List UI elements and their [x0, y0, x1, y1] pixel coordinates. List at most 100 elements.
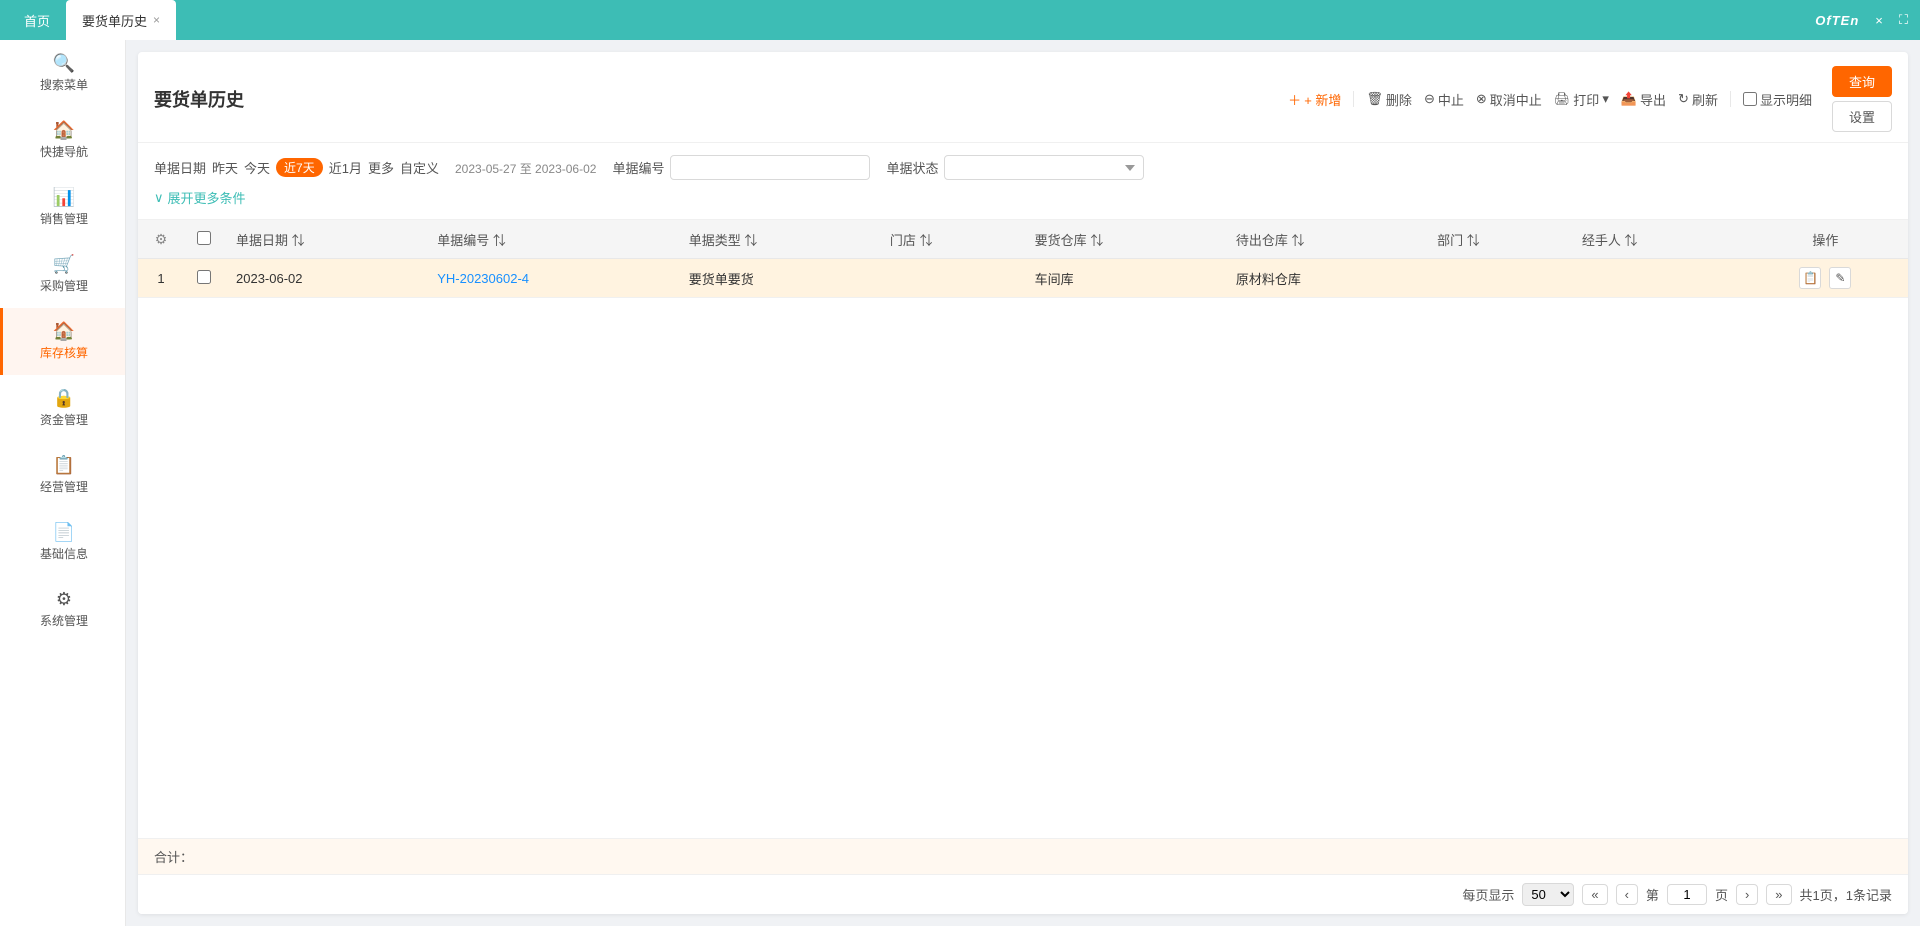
col-action: 操作: [1743, 220, 1908, 259]
date-yesterday[interactable]: 昨天: [212, 158, 238, 177]
date-range-display: 2023-05-27 至 2023-06-02: [455, 158, 596, 177]
per-page-select[interactable]: 50 20 100: [1522, 883, 1574, 906]
window-close-icon[interactable]: ×: [1875, 13, 1883, 28]
doc-number-filter: 单据编号: [612, 155, 870, 180]
action-icons: 📋 ✎: [1755, 267, 1896, 289]
sidebar-item-operations[interactable]: 📋 经营管理: [0, 442, 125, 509]
sidebar-item-inventory[interactable]: 🏠 库存核算: [0, 308, 125, 375]
sidebar-item-search-menu[interactable]: 🔍 搜索菜单: [0, 40, 125, 107]
date-1month[interactable]: 近1月: [329, 158, 362, 177]
delete-button[interactable]: 🗑 删除: [1366, 90, 1412, 109]
col-pending-warehouse[interactable]: 待出仓库 ⇅: [1224, 220, 1425, 259]
page-number-input[interactable]: [1667, 884, 1707, 905]
col-req-warehouse[interactable]: 要货仓库 ⇅: [1023, 220, 1224, 259]
sidebar-item-purchase[interactable]: 🛒 采购管理: [0, 241, 125, 308]
suspend-icon: ⊖: [1424, 91, 1435, 107]
sidebar-item-label: 库存核算: [40, 344, 88, 361]
cell-doc-type: 要货单要货: [677, 259, 878, 298]
refresh-button[interactable]: ↻ 刷新: [1678, 90, 1718, 109]
row-checkbox[interactable]: [197, 270, 211, 284]
display-detail-button[interactable]: 显示明细: [1743, 90, 1812, 109]
summary-label: 合计：: [154, 850, 193, 865]
sidebar-item-label: 搜索菜单: [40, 76, 88, 93]
divider-1: [1353, 91, 1354, 107]
date-more[interactable]: 更多: [368, 158, 394, 177]
col-department[interactable]: 部门 ⇅: [1425, 220, 1570, 259]
search-menu-icon: 🔍: [53, 54, 75, 72]
tab-requisition-history[interactable]: 要货单历史 ×: [66, 0, 176, 40]
suspend-label: 中止: [1438, 90, 1464, 109]
sort-icon: ⇅: [1625, 233, 1638, 248]
inventory-icon: 🏠: [53, 322, 75, 340]
table-gear-icon[interactable]: ⚙: [150, 228, 172, 250]
first-page-button[interactable]: «: [1582, 884, 1607, 905]
cancel-suspend-button[interactable]: ⊗ 取消中止: [1476, 90, 1542, 109]
divider-2: [1730, 91, 1731, 107]
expand-more-button[interactable]: ∨ 展开更多条件: [154, 188, 1892, 207]
status-filter: 单据状态: [886, 155, 1144, 180]
col-pending-warehouse-label: 待出仓库: [1236, 233, 1288, 248]
query-button[interactable]: 查询: [1832, 66, 1892, 97]
doc-number-input[interactable]: [670, 155, 870, 180]
col-store[interactable]: 门店 ⇅: [878, 220, 1023, 259]
row-edit-icon[interactable]: ✎: [1829, 267, 1851, 289]
date-shortcuts: 昨天 今天 近7天 近1月 更多 自定义: [212, 158, 439, 177]
status-label: 单据状态: [886, 158, 938, 177]
data-table: ⚙ 单据日期 ⇅ 单据编号 ⇅: [138, 220, 1908, 298]
export-icon: 📤: [1621, 91, 1637, 107]
print-label: 打印: [1573, 90, 1599, 109]
settings-button[interactable]: 设置: [1832, 101, 1892, 132]
cell-index: 1: [138, 259, 184, 298]
table-row: 1 2023-06-02 YH-20230602-4 要货单要货 车间库: [138, 259, 1908, 298]
doc-number-link[interactable]: YH-20230602-4: [437, 271, 529, 286]
system-icon: ⚙: [56, 590, 72, 608]
sidebar-item-sales[interactable]: 📊 销售管理: [0, 174, 125, 241]
tab-close-icon[interactable]: ×: [153, 13, 160, 27]
print-icon: 🖨: [1554, 91, 1571, 107]
doc-number-label: 单据编号: [612, 158, 664, 177]
page-header: 要货单历史 ＋ + 新增 🗑 删除 ⊖ 中止: [138, 52, 1908, 143]
col-doc-number[interactable]: 单据编号 ⇅: [425, 220, 676, 259]
sidebar-item-basic[interactable]: 📄 基础信息: [0, 509, 125, 576]
fullscreen-icon[interactable]: ⛶: [1899, 12, 1908, 28]
last-page-button[interactable]: »: [1766, 884, 1791, 905]
cell-action: 📋 ✎: [1743, 259, 1908, 298]
col-handler[interactable]: 经手人 ⇅: [1570, 220, 1743, 259]
row-view-icon[interactable]: 📋: [1799, 267, 1821, 289]
new-label: + 新增: [1304, 90, 1341, 109]
sort-icon: ⇅: [1090, 233, 1103, 248]
tab-home[interactable]: 首页: [8, 0, 66, 40]
date-range-value: 2023-05-27 至 2023-06-02: [455, 160, 596, 177]
page-suffix-label: 页: [1715, 885, 1728, 904]
refresh-icon: ↻: [1678, 91, 1689, 107]
basic-icon: 📄: [53, 523, 75, 541]
suspend-button[interactable]: ⊖ 中止: [1424, 90, 1464, 109]
delete-icon: 🗑: [1366, 91, 1383, 107]
quick-nav-icon: 🏠: [53, 121, 75, 139]
top-bar: 首页 要货单历史 × OfTEn × ⛶: [0, 0, 1920, 40]
prev-page-button[interactable]: ‹: [1616, 884, 1638, 905]
col-doc-type-label: 单据类型: [689, 233, 741, 248]
sidebar-item-system[interactable]: ⚙ 系统管理: [0, 576, 125, 643]
status-select[interactable]: [944, 155, 1144, 180]
sidebar-item-quick-nav[interactable]: 🏠 快捷导航: [0, 107, 125, 174]
sidebar-item-finance[interactable]: 🔒 资金管理: [0, 375, 125, 442]
date-filter-label: 单据日期: [154, 158, 206, 177]
col-date[interactable]: 单据日期 ⇅: [224, 220, 425, 259]
date-7days[interactable]: 近7天: [276, 158, 323, 177]
select-all-checkbox[interactable]: [197, 231, 211, 245]
sort-icon: ⇅: [1292, 233, 1305, 248]
date-today[interactable]: 今天: [244, 158, 270, 177]
new-button[interactable]: ＋ + 新增: [1288, 90, 1341, 109]
export-button[interactable]: 📤 导出: [1621, 90, 1666, 109]
print-button[interactable]: 🖨 打印 ▾: [1554, 90, 1609, 109]
col-doc-type[interactable]: 单据类型 ⇅: [677, 220, 878, 259]
sidebar-item-label: 快捷导航: [40, 143, 88, 160]
table-area: ⚙ 单据日期 ⇅ 单据编号 ⇅: [138, 220, 1908, 838]
cell-handler: [1570, 259, 1743, 298]
cell-department: [1425, 259, 1570, 298]
next-page-button[interactable]: ›: [1736, 884, 1758, 905]
date-custom[interactable]: 自定义: [400, 158, 439, 177]
display-detail-checkbox[interactable]: [1743, 92, 1757, 106]
cell-checkbox: [184, 259, 224, 298]
